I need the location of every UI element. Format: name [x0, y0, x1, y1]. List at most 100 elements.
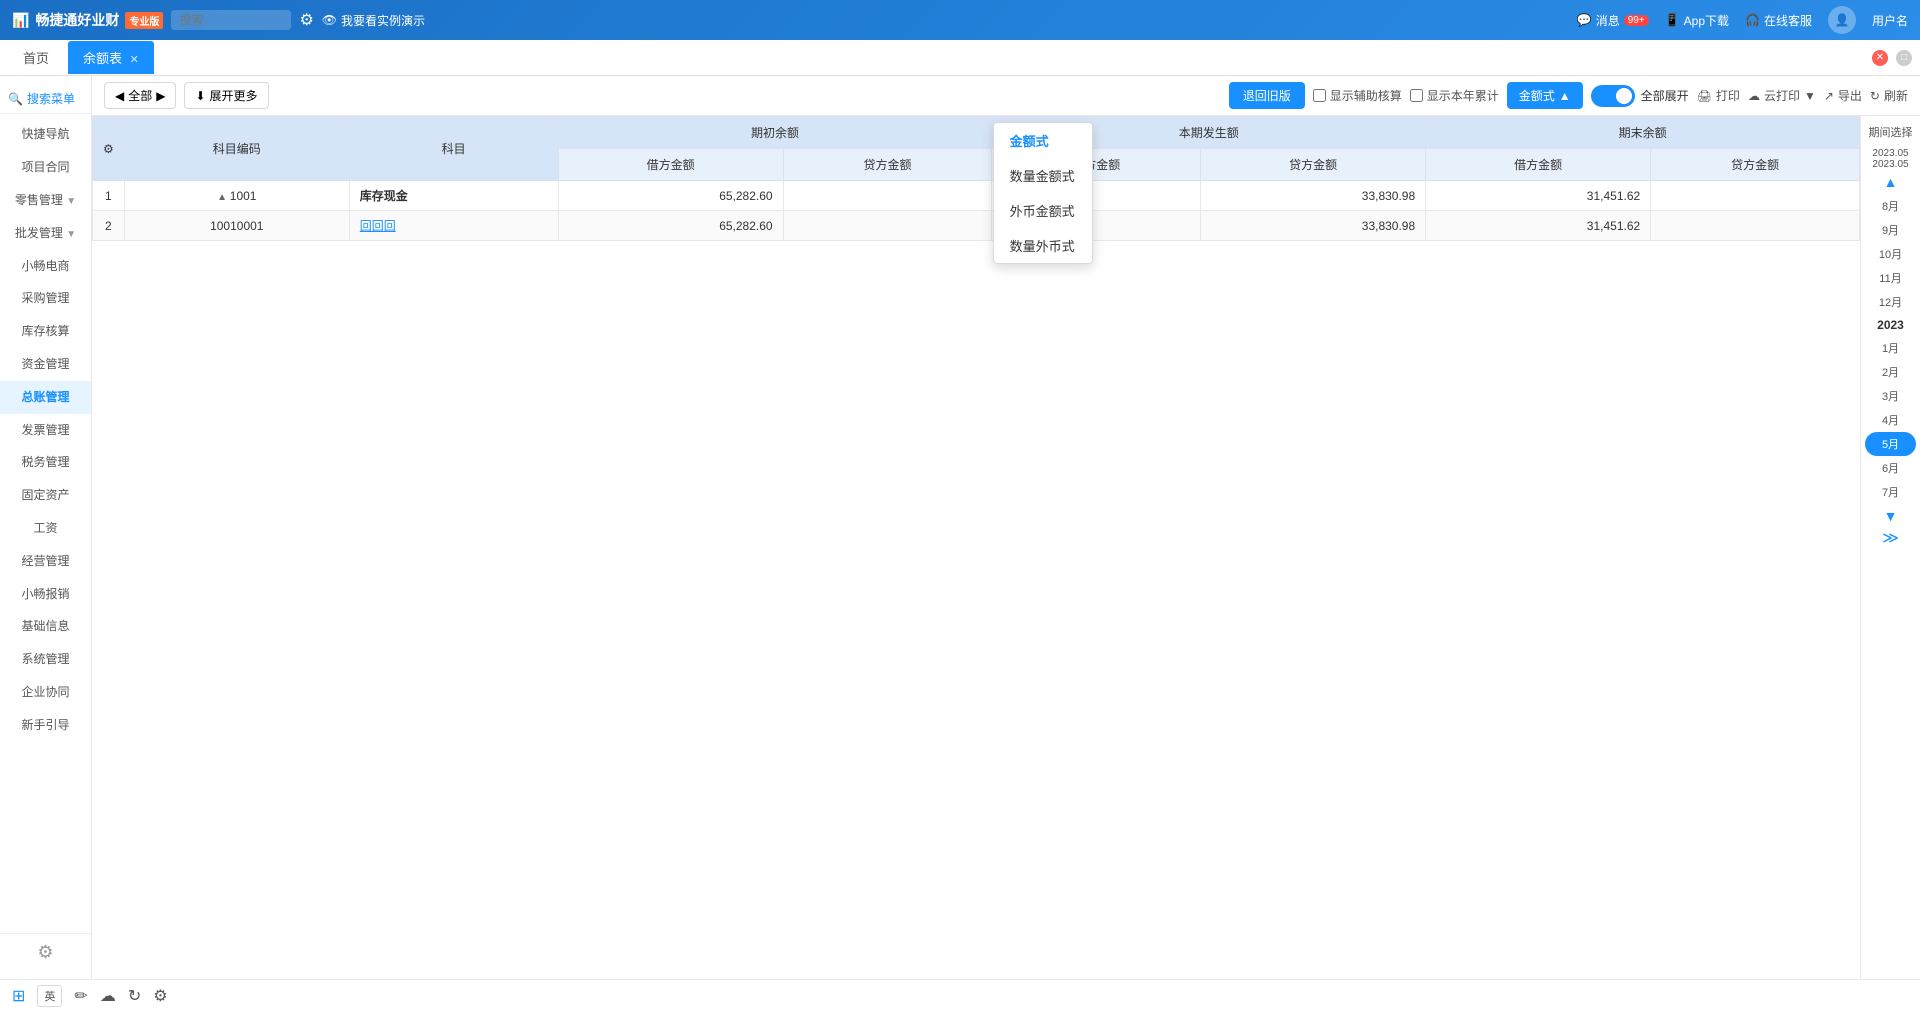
export-btn[interactable]: ↗ 导出	[1824, 87, 1862, 104]
col-ob-debit-header: 借方金额	[558, 149, 783, 181]
month-mar-2023[interactable]: 3月	[1865, 384, 1916, 408]
show-aux-checkbox[interactable]	[1313, 89, 1326, 102]
sidebar-item-capital[interactable]: 资金管理	[0, 348, 91, 381]
month-jan-2023[interactable]: 1月	[1865, 336, 1916, 360]
sidebar-item-salary[interactable]: 工资	[0, 512, 91, 545]
month-apr-2023[interactable]: 4月	[1865, 408, 1916, 432]
col-closing-balance-header: 期末余额	[1426, 117, 1860, 149]
right-arrow-icon: ▶	[156, 89, 165, 103]
sidebar-item-tax[interactable]: 税务管理	[0, 446, 91, 479]
settings-icon[interactable]: ⚙	[153, 986, 167, 1006]
expand-more-btn[interactable]: ⬇ 展开更多	[184, 82, 268, 109]
sidebar-search[interactable]: 🔍 搜索菜单	[0, 84, 91, 114]
logo-icon: 📊	[12, 12, 29, 29]
caret-down-icon: ▼	[1804, 89, 1816, 103]
header-right: 💬 消息 99+ 📱 App下载 🎧 在线客服 👤 用户名	[1577, 6, 1908, 34]
month-feb-2023[interactable]: 2月	[1865, 360, 1916, 384]
demo-link[interactable]: 👁 我要看实例演示	[322, 12, 425, 29]
refresh-btn[interactable]: ↻ 刷新	[1870, 87, 1908, 104]
sidebar-item-guide[interactable]: 新手引导	[0, 709, 91, 742]
month-aug-2022[interactable]: 8月	[1865, 194, 1916, 218]
toggle-switch[interactable]	[1591, 85, 1635, 107]
msg-btn[interactable]: 💬 消息 99+	[1577, 12, 1649, 29]
mode-option-amount[interactable]: 金额式	[994, 123, 1092, 158]
user-avatar[interactable]: 👤	[1828, 6, 1856, 34]
col-curr-credit-header: 贷方金额	[1201, 149, 1426, 181]
show-aux-checkbox-group[interactable]: 显示辅助核算	[1313, 87, 1402, 104]
mode-option-qty-amount[interactable]: 数量金额式	[994, 158, 1092, 193]
cloud-print-btn[interactable]: ☁ 云打印 ▼	[1748, 87, 1816, 104]
window-controls: ✕ □	[1872, 50, 1912, 66]
expand-icon: ⬇	[195, 89, 205, 103]
headset-icon: 🎧	[1745, 13, 1760, 27]
toolbar: ◀ 全部 ▶ ⬇ 展开更多 退回旧版 显示辅助核算 显示本年累计	[92, 76, 1920, 116]
service-btn[interactable]: 🎧 在线客服	[1745, 12, 1812, 29]
sidebar-item-collab[interactable]: 企业协同	[0, 676, 91, 709]
sidebar-item-system[interactable]: 系统管理	[0, 643, 91, 676]
sidebar-item-expense[interactable]: 小畅报销	[0, 578, 91, 611]
sidebar-item-basic-info[interactable]: 基础信息	[0, 610, 91, 643]
app-download-btn[interactable]: 📱 App下载	[1665, 12, 1729, 29]
table-row-curr_credit: 33,830.98	[1201, 181, 1426, 211]
mode-option-qty-foreign[interactable]: 数量外币式	[994, 228, 1092, 263]
show-ytd-checkbox-group[interactable]: 显示本年累计	[1410, 87, 1499, 104]
expand-all-toggle[interactable]: 全部展开	[1591, 85, 1689, 107]
search-icon: 🔍	[8, 92, 23, 106]
tab-close-icon[interactable]: ✕	[130, 54, 139, 66]
mode-btn-wrapper: 金额式 ▲ 金额式 数量金额式 外币金额式 数量外币式	[1507, 82, 1583, 109]
col-eb-credit-header: 贷方金额	[1651, 149, 1860, 181]
print-btn[interactable]: 🖨 打印	[1697, 87, 1740, 104]
month-jul-2023[interactable]: 7月	[1865, 480, 1916, 504]
sidebar-item-ecommerce[interactable]: 小畅电商	[0, 250, 91, 283]
app-logo: 📊 畅捷通好业财 专业版	[12, 10, 163, 30]
content-area: ◀ 全部 ▶ ⬇ 展开更多 退回旧版 显示辅助核算 显示本年累计	[92, 76, 1920, 979]
top-search-input[interactable]	[171, 10, 291, 30]
sidebar-item-retail[interactable]: 零售管理 ▼	[0, 184, 91, 217]
month-may-2023[interactable]: 5月	[1865, 432, 1916, 456]
sidebar-item-assets[interactable]: 固定资产	[0, 479, 91, 512]
sidebar-item-inventory[interactable]: 库存核算	[0, 315, 91, 348]
col-settings[interactable]: ⚙	[93, 117, 125, 181]
month-jun-2023[interactable]: 6月	[1865, 456, 1916, 480]
back-old-btn[interactable]: 退回旧版	[1229, 82, 1305, 109]
sidebar-settings-icon[interactable]: ⚙	[0, 933, 91, 971]
sidebar-item-invoice[interactable]: 发票管理	[0, 414, 91, 447]
collapse-panel-icon[interactable]: ≫	[1882, 528, 1899, 548]
mode-option-foreign-amount[interactable]: 外币金额式	[994, 193, 1092, 228]
all-filter-btn[interactable]: ◀ 全部 ▶	[104, 82, 176, 109]
lang-switch[interactable]: 英	[37, 985, 62, 1007]
sidebar-item-contract[interactable]: 项目合同	[0, 151, 91, 184]
month-nov-2022[interactable]: 11月	[1865, 266, 1916, 290]
left-arrow-icon: ◀	[115, 89, 124, 103]
tab-bar: 首页 余额表 ✕ ✕ □	[0, 40, 1920, 76]
tab-home[interactable]: 首页	[8, 41, 64, 74]
sidebar-item-purchase[interactable]: 采购管理	[0, 282, 91, 315]
table-row-subject[interactable]: 回回回	[349, 211, 558, 241]
mode-dropdown-btn[interactable]: 金额式 ▲	[1507, 82, 1583, 109]
cloud-icon: ☁	[1748, 89, 1760, 103]
cloud-storage-icon[interactable]: ☁	[100, 986, 116, 1006]
sidebar-item-nav[interactable]: 快捷导航	[0, 118, 91, 151]
settings-icon[interactable]: ⚙	[299, 10, 313, 30]
msg-icon: 💬	[1577, 13, 1592, 27]
table-row-no: 1	[93, 181, 125, 211]
period-up-arrow[interactable]: ▲	[1880, 170, 1902, 194]
win-maximize-btn[interactable]: □	[1896, 50, 1912, 66]
home-icon[interactable]: ⊞	[12, 986, 25, 1006]
sidebar-item-ledger[interactable]: 总账管理	[0, 381, 91, 414]
show-ytd-checkbox[interactable]	[1410, 89, 1423, 102]
username[interactable]: 用户名	[1872, 12, 1908, 29]
table-row-ob_debit: 65,282.60	[558, 211, 783, 241]
month-dec-2022[interactable]: 12月	[1865, 290, 1916, 314]
edit-icon[interactable]: ✏	[74, 986, 87, 1006]
month-sep-2022[interactable]: 9月	[1865, 218, 1916, 242]
month-oct-2022[interactable]: 10月	[1865, 242, 1916, 266]
tab-balance-sheet[interactable]: 余额表 ✕	[68, 41, 154, 74]
sidebar-item-wholesale[interactable]: 批发管理 ▼	[0, 217, 91, 250]
sync-icon[interactable]: ↻	[128, 986, 141, 1006]
table-row-eb_debit: 31,451.62	[1426, 211, 1651, 241]
period-down-arrow[interactable]: ▼	[1880, 504, 1902, 528]
table-row-eb_credit	[1651, 181, 1860, 211]
win-close-btn[interactable]: ✕	[1872, 50, 1888, 66]
sidebar-item-operations[interactable]: 经营管理	[0, 545, 91, 578]
